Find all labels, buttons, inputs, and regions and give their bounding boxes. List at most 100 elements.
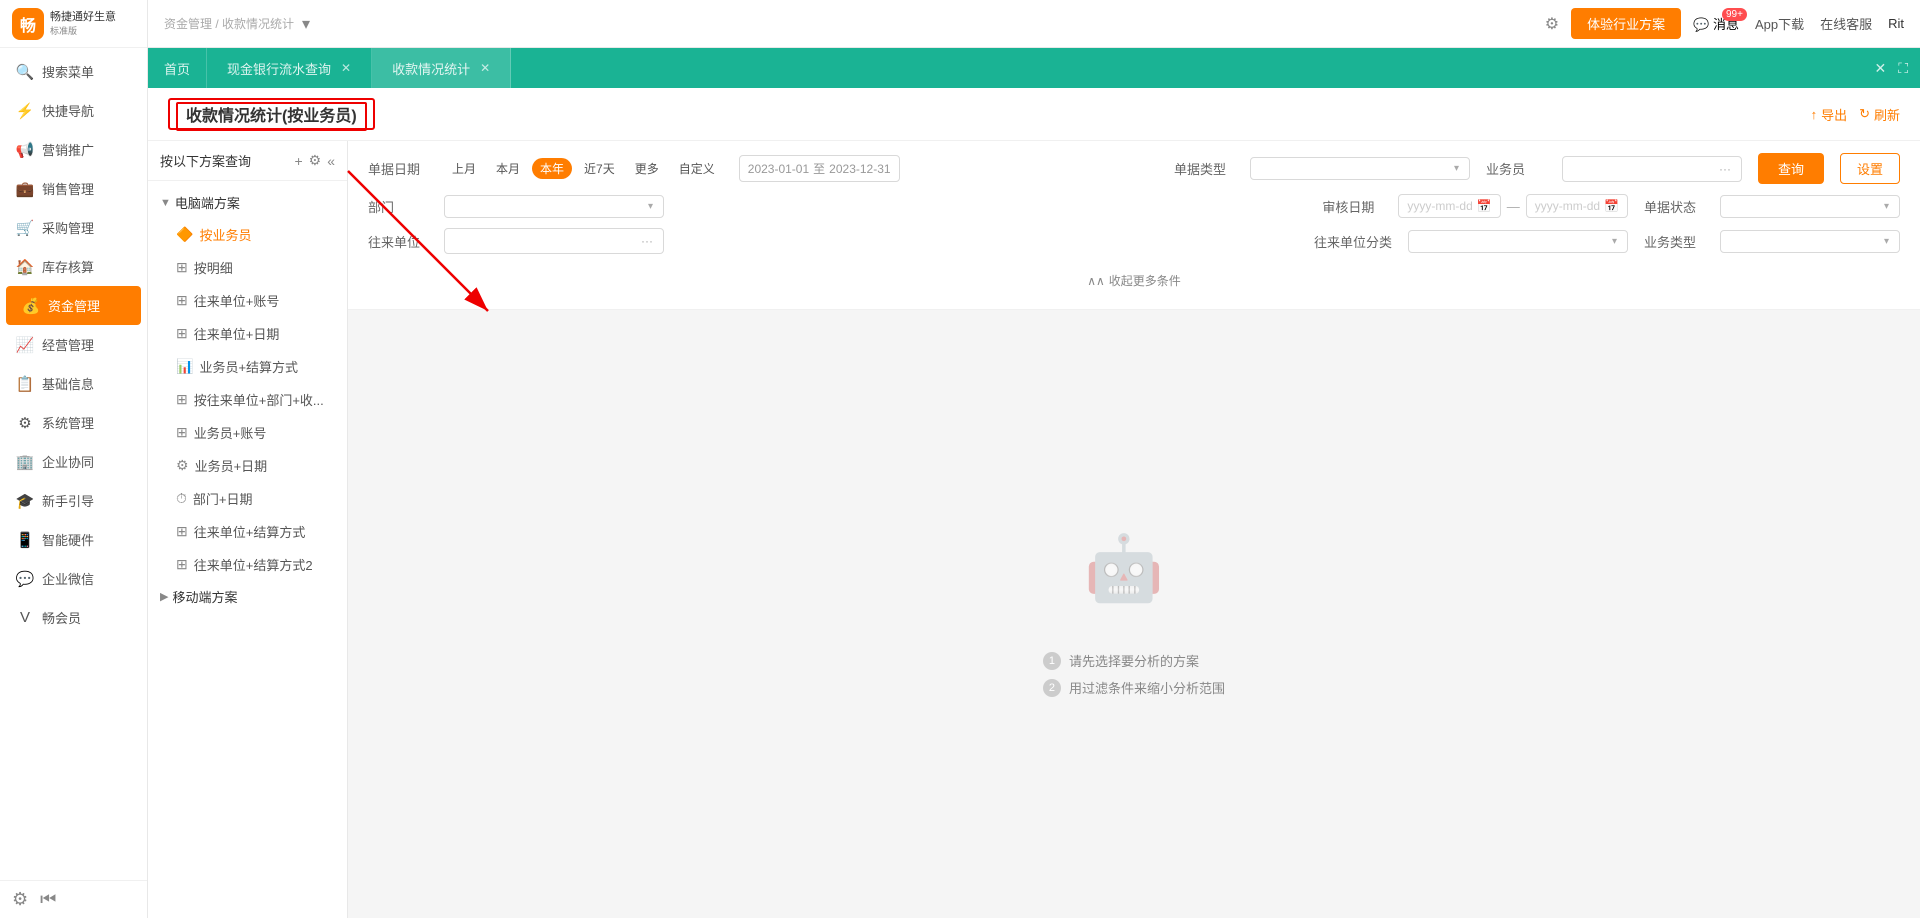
sidebar-item-6[interactable]: 💰资金管理 [6, 286, 141, 325]
close-window-icon[interactable]: ✕ [1874, 60, 1886, 77]
tree-item-0-4[interactable]: 📊业务员+结算方式 [148, 350, 347, 383]
nav-icon-4: 🛒 [16, 219, 34, 237]
tree-item-0-2[interactable]: ⊞往来单位+账号 [148, 284, 347, 317]
dept-dropdown[interactable]: ▾ [444, 195, 664, 218]
nav-icon-2: 📢 [16, 141, 34, 159]
collapse-icon: ∧∧ [1087, 274, 1105, 288]
nav-icon-9: ⚙ [16, 414, 34, 432]
tree-group-arrow-1: ▶ [160, 590, 168, 603]
nav-icon-0: 🔍 [16, 63, 34, 81]
date-shortcut-更多[interactable]: 更多 [627, 158, 667, 179]
date-shortcut-本月[interactable]: 本月 [488, 158, 528, 179]
page-title-box: 收款情况统计(按业务员) [168, 98, 375, 130]
tip-num-1: 1 [1043, 652, 1061, 670]
tab-bank-label: 现金银行流水查询 [227, 59, 331, 78]
tree-group-header-0[interactable]: ▼电脑端方案 [148, 187, 347, 218]
breadcrumb: 资金管理 / 收款情况统计 ▾ [164, 14, 1533, 34]
tree-item-icon-0-7: ⚙ [176, 457, 189, 474]
tree-item-0-0[interactable]: 🔶按业务员 [148, 218, 347, 251]
add-scheme-button[interactable]: + [294, 153, 302, 169]
app-download-link[interactable]: App下载 [1755, 14, 1804, 33]
partner-more[interactable]: ··· [641, 234, 653, 248]
review-date-to[interactable]: yyyy-mm-dd 📅 [1526, 194, 1628, 218]
tab-collection-stats[interactable]: 收款情况统计 ✕ [372, 48, 511, 88]
filter-row-2: 部门 ▾ 审核日期 yyyy-mm-dd 📅 — [368, 194, 1900, 218]
notification-area[interactable]: 💬 99+ 消息 [1693, 14, 1739, 33]
tree-item-0-10[interactable]: ⊞往来单位+结算方式2 [148, 548, 347, 581]
sidebar-item-13[interactable]: 💬企业微信 [0, 559, 147, 598]
nav-label-5: 库存核算 [42, 257, 94, 276]
collapse-filter-button[interactable]: ∧∧ 收起更多条件 [368, 264, 1900, 297]
doc-status-dropdown[interactable]: ▾ [1720, 195, 1900, 218]
sidebar-item-0[interactable]: 🔍搜索菜单 [0, 52, 147, 91]
tab-collection-close[interactable]: ✕ [480, 61, 490, 75]
settings-button[interactable]: 设置 [1840, 153, 1900, 184]
nav-icon-1: ⚡ [16, 102, 34, 120]
tree-item-icon-0-5: ⊞ [176, 391, 188, 408]
tree-item-0-6[interactable]: ⊞业务员+账号 [148, 416, 347, 449]
date-shortcut-自定义[interactable]: 自定义 [671, 158, 723, 179]
tab-bank-close[interactable]: ✕ [341, 61, 351, 75]
sidebar-item-8[interactable]: 📋基础信息 [0, 364, 147, 403]
settings-icon[interactable]: ⚙ [12, 889, 28, 910]
scheme-settings-button[interactable]: ⚙ [309, 152, 322, 169]
tab-bank-flow[interactable]: 现金银行流水查询 ✕ [207, 48, 372, 88]
tree-item-0-5[interactable]: ⊞按往来单位+部门+收... [148, 383, 347, 416]
gear-icon[interactable]: ⚙ [1545, 14, 1559, 34]
dept-label: 部门 [368, 197, 428, 216]
tree-item-0-1[interactable]: ⊞按明细 [148, 251, 347, 284]
sidebar-item-4[interactable]: 🛒采购管理 [0, 208, 147, 247]
review-from-placeholder: yyyy-mm-dd [1407, 199, 1472, 213]
tab-home[interactable]: 首页 [148, 48, 207, 88]
sidebar-item-7[interactable]: 📈经营管理 [0, 325, 147, 364]
collapse-sidebar-icon[interactable]: ⏮ [40, 889, 56, 910]
nav-icon-5: 🏠 [16, 258, 34, 276]
export-icon: ↑ [1811, 107, 1818, 122]
doc-type-dropdown[interactable]: ▾ [1250, 157, 1470, 180]
sidebar-item-14[interactable]: V畅会员 [0, 598, 147, 637]
dropdown-icon[interactable]: ▾ [302, 14, 310, 34]
biz-type-dropdown[interactable]: ▾ [1720, 230, 1900, 253]
tree-item-0-9[interactable]: ⊞往来单位+结算方式 [148, 515, 347, 548]
calendar-icon: 📅 [1477, 199, 1492, 213]
sidebar-item-12[interactable]: 📱智能硬件 [0, 520, 147, 559]
logo-text: 畅捷通好生意 标准版 [50, 10, 116, 37]
sidebar-item-10[interactable]: 🏢企业协同 [0, 442, 147, 481]
tree-item-icon-0-10: ⊞ [176, 556, 188, 573]
export-button[interactable]: ↑ 导出 [1811, 105, 1848, 124]
query-button[interactable]: 查询 [1758, 153, 1824, 184]
review-date-from[interactable]: yyyy-mm-dd 📅 [1398, 194, 1500, 218]
date-label: 单据日期 [368, 159, 428, 178]
tree-item-icon-0-8: ⏱ [176, 490, 187, 507]
date-shortcut-上月[interactable]: 上月 [444, 158, 484, 179]
collapse-panel-button[interactable]: « [327, 153, 335, 169]
industry-solution-button[interactable]: 体验行业方案 [1571, 8, 1681, 39]
online-service-link[interactable]: 在线客服 [1820, 14, 1872, 33]
maximize-window-icon[interactable]: ⛶ [1898, 60, 1908, 77]
refresh-button[interactable]: ↻ 刷新 [1859, 105, 1900, 124]
partner-dropdown[interactable]: ··· [444, 228, 664, 254]
tree-item-0-8[interactable]: ⏱部门+日期 [148, 482, 347, 515]
sidebar-item-2[interactable]: 📢 营销推广 [0, 130, 147, 169]
date-shortcut-近7天[interactable]: 近7天 [576, 158, 623, 179]
date-shortcut-本年[interactable]: 本年 [532, 158, 572, 179]
doc-status-arrow: ▾ [1884, 201, 1889, 212]
sidebar-item-3[interactable]: 💼销售管理 [0, 169, 147, 208]
window-controls: ✕ ⛶ [1862, 48, 1920, 88]
sidebar-item-9[interactable]: ⚙系统管理 [0, 403, 147, 442]
tree-item-0-3[interactable]: ⊞往来单位+日期 [148, 317, 347, 350]
partner-category-arrow: ▾ [1612, 236, 1617, 247]
tree-item-icon-0-4: 📊 [176, 358, 193, 375]
sidebar-item-5[interactable]: 🏠 库存核算 [0, 247, 147, 286]
tree-group-header-1[interactable]: ▶移动端方案 [148, 581, 347, 612]
salesman-more[interactable]: ··· [1719, 162, 1731, 176]
salesman-dropdown[interactable]: ··· [1562, 156, 1742, 182]
doc-type-label: 单据类型 [1174, 159, 1234, 178]
sidebar-item-11[interactable]: 🎓新手引导 [0, 481, 147, 520]
sidebar-item-1[interactable]: ⚡快捷导航 [0, 91, 147, 130]
date-range-input[interactable]: 2023-01-01 至 2023-12-31 [739, 155, 900, 182]
nav-label-2: 营销推广 [42, 140, 94, 159]
partner-category-dropdown[interactable]: ▾ [1408, 230, 1628, 253]
left-panel: 按以下方案查询 + ⚙ « ▼电脑端方案🔶按业务员⊞按明细⊞往来单位+账号⊞往来… [148, 141, 348, 918]
tree-item-0-7[interactable]: ⚙业务员+日期 [148, 449, 347, 482]
